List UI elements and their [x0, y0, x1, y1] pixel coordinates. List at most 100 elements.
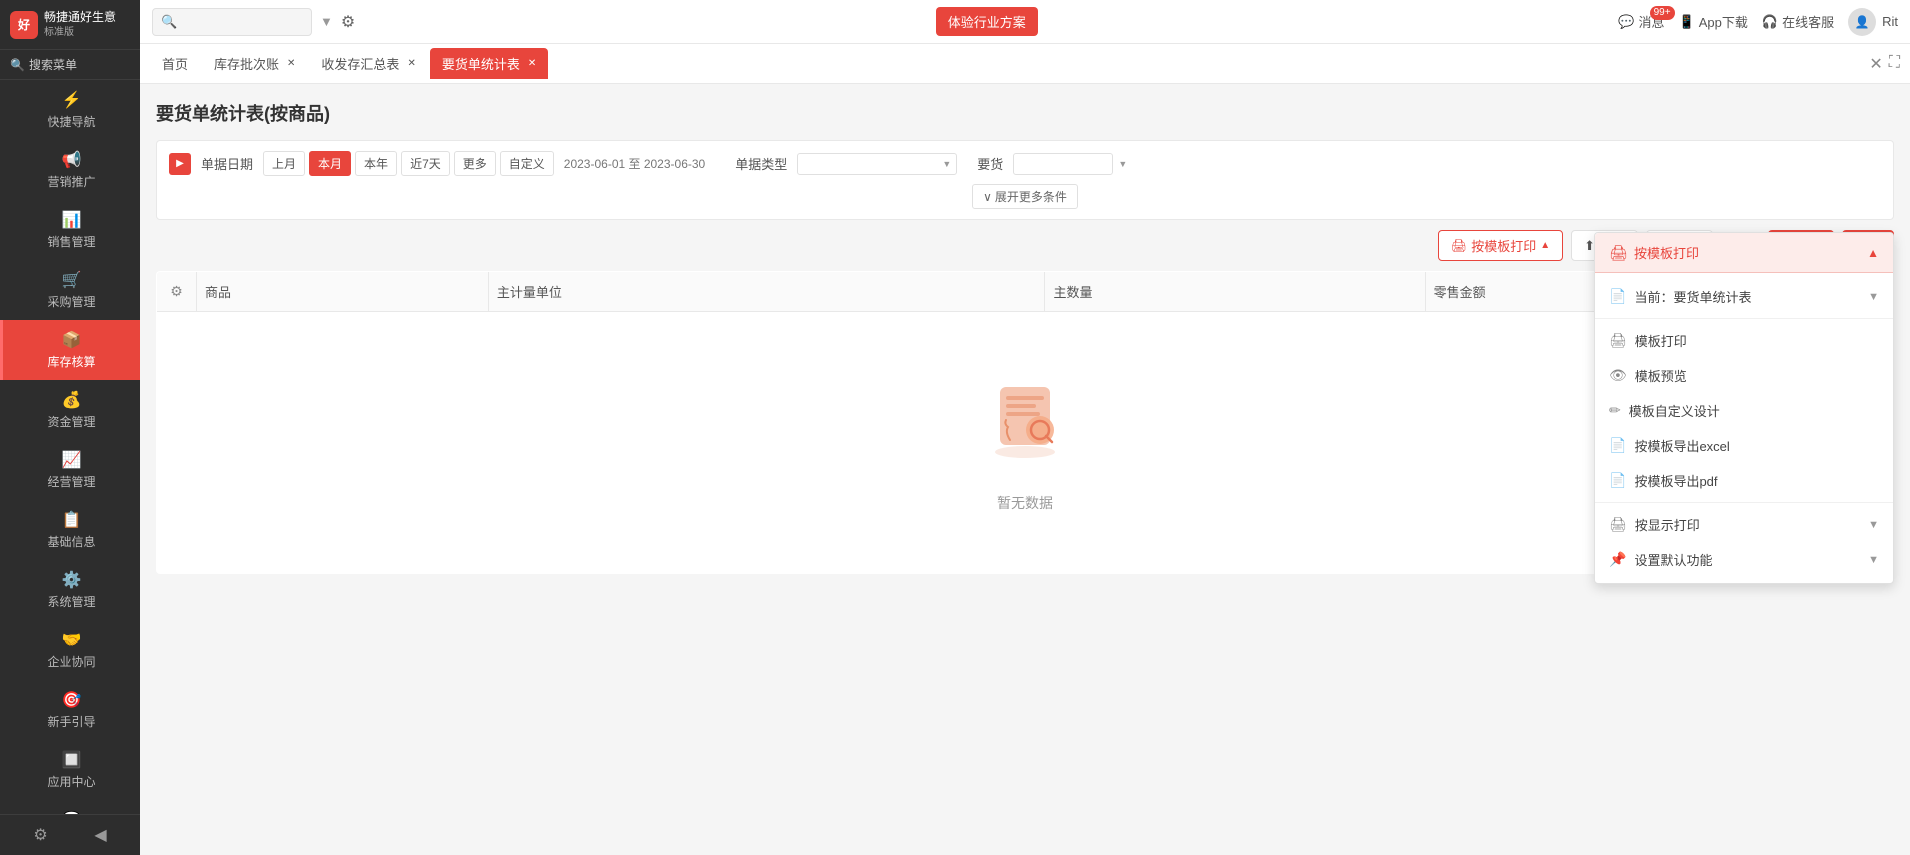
messages-badge: 99+: [1650, 6, 1675, 20]
yh-label: 要货: [977, 154, 1003, 173]
quick-nav-icon: ⚡: [62, 90, 82, 110]
expand-more-icon: ∨: [983, 190, 992, 204]
user-avatar[interactable]: 👤: [1848, 8, 1876, 36]
sidebar-collapse-icon[interactable]: ◀: [94, 825, 106, 845]
empty-icon: [980, 372, 1070, 481]
export-excel-icon: 📄: [1609, 437, 1626, 454]
tab-expand-icon[interactable]: ⛶: [1889, 54, 1900, 74]
type-label: 单据类型: [735, 154, 787, 173]
print-dropdown: 🖨 按模板打印 ▲ 📄 当前：要货单统计表 ▼: [1594, 232, 1894, 584]
search-menu-button[interactable]: 🔍 搜索菜单: [10, 56, 130, 73]
dropdown-header-left: 🖨 按模板打印: [1609, 243, 1699, 262]
tab-close-receipt-summary[interactable]: ✕: [407, 58, 415, 69]
user-area: 👤 Rit: [1848, 8, 1898, 36]
date-btn-last-7days[interactable]: 近7天: [401, 151, 450, 176]
sidebar-item-quick-nav[interactable]: ⚡ 快捷导航: [0, 80, 140, 140]
dropdown-item-export-pdf[interactable]: 📄 按模板导出pdf: [1595, 463, 1893, 498]
tab-close-inventory-batch[interactable]: ✕: [287, 58, 295, 69]
tab-bar-left: 首页 库存批次账 ✕ 收发存汇总表 ✕ 要货单统计表 ✕: [150, 48, 548, 79]
tab-inventory-batch[interactable]: 库存批次账 ✕: [202, 48, 307, 79]
dropdown-item-export-excel[interactable]: 📄 按模板导出excel: [1595, 428, 1893, 463]
top-settings-icon[interactable]: ⚙: [341, 12, 355, 32]
marketing-icon: 📢: [62, 150, 82, 170]
dropdown-collapse-arrow[interactable]: ▲: [1867, 246, 1879, 260]
sidebar-item-enterprise[interactable]: 🤝 企业协同: [0, 620, 140, 680]
divider-2: [1595, 502, 1893, 503]
sidebar-item-finance[interactable]: 💰 资金管理: [0, 380, 140, 440]
top-dropdown-icon[interactable]: ▼: [320, 14, 333, 29]
date-buttons: 上月 本月 本年 近7天 更多 自定义: [263, 151, 554, 176]
template-preview-icon: 👁: [1609, 367, 1627, 384]
search-icon: 🔍: [10, 58, 25, 72]
type-select[interactable]: [797, 153, 957, 175]
filter-expand-left[interactable]: ▶: [169, 153, 191, 175]
tab-close-order-stats[interactable]: ✕: [528, 58, 536, 69]
sidebar-logo: 好 畅捷通好生意 标准版: [0, 0, 140, 50]
sidebar-item-basic[interactable]: 📋 基础信息: [0, 500, 140, 560]
tab-bar: 首页 库存批次账 ✕ 收发存汇总表 ✕ 要货单统计表 ✕ ✕ ⛶: [140, 44, 1910, 84]
page-content: 要货单统计表(按商品) ▶ 单据日期 上月 本月 本年 近7天 更多 自定义 2…: [140, 84, 1910, 855]
print-arrow-up: ▲: [1540, 240, 1550, 251]
sidebar-item-purchase[interactable]: 🛒 采购管理: [0, 260, 140, 320]
system-icon: ⚙️: [62, 570, 82, 590]
type-select-wrap[interactable]: [797, 153, 957, 175]
dropdown-group-set-default[interactable]: 📌 设置默认功能 ▼: [1595, 542, 1893, 577]
sidebar-item-marketing[interactable]: 📢 营销推广: [0, 140, 140, 200]
tab-close-all-icon[interactable]: ✕: [1869, 54, 1882, 74]
operation-icon: 📈: [62, 450, 82, 470]
download-icon: 📱: [1679, 14, 1695, 30]
tab-home[interactable]: 首页: [150, 48, 200, 79]
tab-order-stats[interactable]: 要货单统计表 ✕: [430, 48, 548, 79]
dropdown-print-icon: 🖨: [1609, 244, 1628, 262]
dropdown-current-item[interactable]: 📄 当前：要货单统计表 ▼: [1595, 279, 1893, 314]
sidebar-item-appcenter[interactable]: 🔲 应用中心: [0, 740, 140, 800]
logo-text: 畅捷通好生意 标准版: [44, 10, 116, 39]
sidebar-item-operation[interactable]: 📈 经营管理: [0, 440, 140, 500]
expand-more-btn[interactable]: ∨ 展开更多条件: [972, 184, 1078, 209]
col-unit: 主计量单位: [488, 272, 1045, 312]
dropdown-item-template-preview[interactable]: 👁 模板预览: [1595, 358, 1893, 393]
sales-icon: 📊: [62, 210, 82, 230]
yh-select[interactable]: [1013, 153, 1113, 175]
messages-icon: 💬: [1618, 14, 1634, 30]
dropdown-title: 按模板打印: [1634, 243, 1699, 262]
empty-text: 暂无数据: [997, 493, 1053, 513]
sidebar-nav: ⚡ 快捷导航 📢 营销推广 📊 销售管理 🛒 采购管理 📦 库存核算 💰 资金管…: [0, 80, 140, 814]
dropdown-header-right: ▲: [1867, 246, 1879, 260]
sidebar-search[interactable]: 🔍 搜索菜单: [0, 50, 140, 80]
logo-icon: 好: [10, 11, 38, 39]
date-btn-custom[interactable]: 自定义: [500, 151, 554, 176]
dropdown-item-template-print[interactable]: 🖨 模板打印: [1595, 323, 1893, 358]
date-label: 单据日期: [201, 154, 253, 173]
expand-row: ∨ 展开更多条件: [169, 184, 1881, 209]
sidebar-item-wechat[interactable]: 💬 企业微信: [0, 800, 140, 814]
date-btn-more[interactable]: 更多: [454, 151, 496, 176]
trial-button[interactable]: 体验行业方案: [936, 7, 1038, 36]
table-settings-icon[interactable]: ⚙: [170, 283, 183, 299]
set-default-arrow: ▼: [1868, 554, 1879, 566]
sidebar-item-sales[interactable]: 📊 销售管理: [0, 200, 140, 260]
dropdown-item-template-custom[interactable]: ✏ 模板自定义设计: [1595, 393, 1893, 428]
messages-button[interactable]: 💬 消息 99+: [1618, 12, 1664, 31]
print-template-btn[interactable]: 🖨 按模板打印 ▲: [1438, 230, 1563, 261]
finance-icon: 💰: [62, 390, 82, 410]
top-bar: 🔍 ▼ ⚙ 体验行业方案 💬 消息 99+ 📱 App下载 🎧 在线客服: [140, 0, 1910, 44]
sidebar: 好 畅捷通好生意 标准版 🔍 搜索菜单 ⚡ 快捷导航 📢 营销推广 📊 销售管理…: [0, 0, 140, 855]
guide-icon: 🎯: [62, 690, 82, 710]
top-search-input[interactable]: [181, 15, 303, 29]
col-settings[interactable]: ⚙: [157, 272, 197, 312]
tab-receipt-summary[interactable]: 收发存汇总表 ✕: [309, 48, 427, 79]
dropdown-group-display-print[interactable]: 🖨 按显示打印 ▼: [1595, 507, 1893, 542]
top-search-wrap[interactable]: 🔍: [152, 8, 312, 36]
date-btn-last-month[interactable]: 上月: [263, 151, 305, 176]
online-service-button[interactable]: 🎧 在线客服: [1762, 12, 1834, 31]
date-btn-this-year[interactable]: 本年: [355, 151, 397, 176]
current-icon: 📄: [1609, 288, 1626, 305]
date-btn-this-month[interactable]: 本月: [309, 151, 351, 176]
sidebar-settings-icon[interactable]: ⚙: [33, 825, 47, 845]
app-download-button[interactable]: 📱 App下载: [1679, 12, 1748, 31]
sidebar-item-system[interactable]: ⚙️ 系统管理: [0, 560, 140, 620]
sidebar-item-guide[interactable]: 🎯 新手引导: [0, 680, 140, 740]
yh-select-wrap[interactable]: [1013, 153, 1133, 175]
sidebar-item-inventory[interactable]: 📦 库存核算: [0, 320, 140, 380]
